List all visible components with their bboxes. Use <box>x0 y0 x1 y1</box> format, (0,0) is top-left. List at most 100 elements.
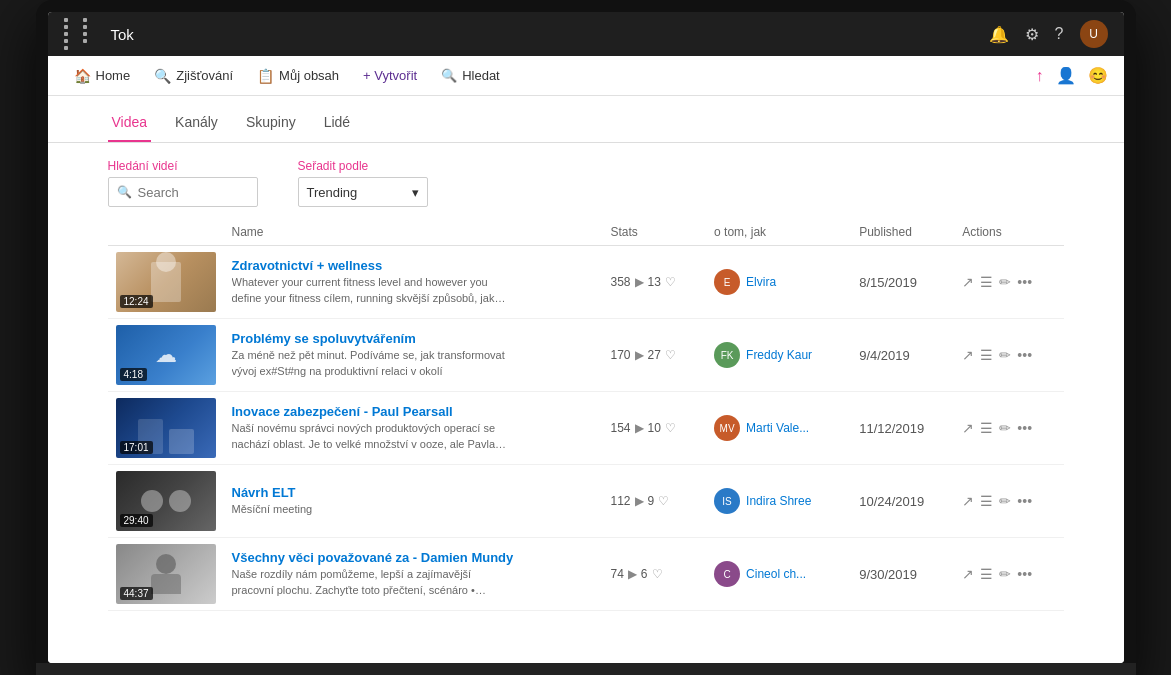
thumbnail-cell: ☁ 4:18 <box>108 319 224 392</box>
col-actions: Actions <box>954 219 1063 246</box>
video-thumbnail[interactable]: 44:37 <box>116 544 216 604</box>
view-count: 154 <box>610 421 630 435</box>
video-title[interactable]: Problémy se spoluvytvářením <box>232 331 595 346</box>
nav-explore[interactable]: 🔍 Zjišťování <box>144 56 243 96</box>
share-icon[interactable]: ↗ <box>962 420 974 436</box>
tab-groups[interactable]: Skupiny <box>242 108 300 142</box>
emoji-icon[interactable]: 😊 <box>1088 66 1108 85</box>
edit-icon[interactable]: ✏ <box>999 566 1011 582</box>
heart-icon: ♡ <box>665 275 676 289</box>
nav-bar-right: ↑ 👤 😊 <box>1036 66 1108 85</box>
author-name[interactable]: Elvira <box>746 275 776 289</box>
nav-search[interactable]: 🔍 Hledat <box>431 56 510 96</box>
col-author: o tom, jak <box>706 219 851 246</box>
video-thumbnail[interactable]: 17:01 <box>116 398 216 458</box>
video-thumbnail[interactable]: ☁ 4:18 <box>116 325 216 385</box>
video-title[interactable]: Všechny věci považované za - Damien Mund… <box>232 550 595 565</box>
table-row: 44:37 Všechny věci považované za - Damie… <box>108 538 1064 611</box>
search-label: Hledání videí <box>108 159 258 173</box>
user-avatar[interactable]: U <box>1080 20 1108 48</box>
explore-icon: 🔍 <box>154 68 171 84</box>
heart-icon: ♡ <box>658 494 669 508</box>
notification-icon[interactable]: 🔔 <box>989 25 1009 44</box>
share-icon[interactable]: ↗ <box>962 347 974 363</box>
nav-mycontent[interactable]: 📋 Můj obsah <box>247 56 349 96</box>
author-name[interactable]: Indira Shree <box>746 494 811 508</box>
thumbnail-cell: 12:24 <box>108 246 224 319</box>
name-cell: Zdravotnictví + wellness Whatever your c… <box>224 246 603 319</box>
profile-icon[interactable]: 👤 <box>1056 66 1076 85</box>
sort-filter-group: Seřadit podle Trending ▾ <box>298 159 428 207</box>
video-description: Měsíční meeting <box>232 502 512 517</box>
actions-cell: ↗ ☰ ✏ ••• <box>954 538 1063 611</box>
video-title[interactable]: Inovace zabezpečení - Paul Pearsall <box>232 404 595 419</box>
share-icon[interactable]: ↗ <box>962 566 974 582</box>
video-description: Naše rozdíly nám pomůžeme, lepší a zajím… <box>232 567 512 598</box>
tab-videos[interactable]: Videa <box>108 108 152 142</box>
edit-icon[interactable]: ✏ <box>999 274 1011 290</box>
heart-icon: ♡ <box>665 348 676 362</box>
help-icon[interactable]: ? <box>1055 25 1064 43</box>
tab-channels[interactable]: Kanály <box>171 108 222 142</box>
author-name[interactable]: Cineol ch... <box>746 567 806 581</box>
like-count: 6 <box>641 567 648 581</box>
thumbnail-cell: 29:40 <box>108 465 224 538</box>
author-name[interactable]: Marti Vale... <box>746 421 809 435</box>
play-icon: ▶ <box>635 348 644 362</box>
actions-cell: ↗ ☰ ✏ ••• <box>954 465 1063 538</box>
more-icon[interactable]: ••• <box>1017 493 1032 509</box>
search-filter-group: Hledání videí 🔍 <box>108 159 258 207</box>
nav-bar: 🏠 Home 🔍 Zjišťování 📋 Můj obsah + Vytvoř… <box>48 56 1124 96</box>
main-content: Hledání videí 🔍 Seřadit podle Trending ▾ <box>48 143 1124 663</box>
name-cell: Inovace zabezpečení - Paul Pearsall Naší… <box>224 392 603 465</box>
filters-row: Hledání videí 🔍 Seřadit podle Trending ▾ <box>108 159 1064 207</box>
play-icon: ▶ <box>635 275 644 289</box>
view-count: 112 <box>610 494 630 508</box>
nav-search-icon: 🔍 <box>441 68 457 83</box>
author-name[interactable]: Freddy Kaur <box>746 348 812 362</box>
table-row: 29:40 Návrh ELT Měsíční meeting 112 ▶ 9 … <box>108 465 1064 538</box>
thumbnail-cell: 17:01 <box>108 392 224 465</box>
search-input[interactable] <box>138 185 249 200</box>
play-icon: ▶ <box>635 421 644 435</box>
author-avatar: MV <box>714 415 740 441</box>
table-row: ☁ 4:18 Problémy se spoluvytvářením Za mé… <box>108 319 1064 392</box>
name-cell: Návrh ELT Měsíční meeting <box>224 465 603 538</box>
share-icon[interactable]: ↗ <box>962 274 974 290</box>
more-icon[interactable]: ••• <box>1017 420 1032 436</box>
list-icon[interactable]: ☰ <box>980 420 993 436</box>
table-row: 17:01 Inovace zabezpečení - Paul Pearsal… <box>108 392 1064 465</box>
share-icon[interactable]: ↗ <box>962 493 974 509</box>
grid-icon[interactable] <box>64 18 99 50</box>
name-cell: Problémy se spoluvytvářením Za méně než … <box>224 319 603 392</box>
list-icon[interactable]: ☰ <box>980 274 993 290</box>
edit-icon[interactable]: ✏ <box>999 493 1011 509</box>
author-cell: FK Freddy Kaur <box>706 319 851 392</box>
top-bar-icons: 🔔 ⚙ ? U <box>989 20 1108 48</box>
search-box[interactable]: 🔍 <box>108 177 258 207</box>
video-duration: 29:40 <box>120 514 153 527</box>
more-icon[interactable]: ••• <box>1017 566 1032 582</box>
edit-icon[interactable]: ✏ <box>999 420 1011 436</box>
nav-create[interactable]: + Vytvořit <box>353 56 427 96</box>
list-icon[interactable]: ☰ <box>980 493 993 509</box>
list-icon[interactable]: ☰ <box>980 566 993 582</box>
video-thumbnail[interactable]: 12:24 <box>116 252 216 312</box>
list-icon[interactable]: ☰ <box>980 347 993 363</box>
video-duration: 17:01 <box>120 441 153 454</box>
like-count: 13 <box>648 275 661 289</box>
sort-label: Seřadit podle <box>298 159 428 173</box>
upload-icon[interactable]: ↑ <box>1036 67 1044 85</box>
tab-people[interactable]: Lidé <box>320 108 354 142</box>
video-title[interactable]: Návrh ELT <box>232 485 595 500</box>
more-icon[interactable]: ••• <box>1017 347 1032 363</box>
nav-home[interactable]: 🏠 Home <box>64 56 141 96</box>
edit-icon[interactable]: ✏ <box>999 347 1011 363</box>
video-description: Za méně než pět minut. Podíváme se, jak … <box>232 348 512 379</box>
video-title[interactable]: Zdravotnictví + wellness <box>232 258 595 273</box>
settings-icon[interactable]: ⚙ <box>1025 25 1039 44</box>
more-icon[interactable]: ••• <box>1017 274 1032 290</box>
actions-cell: ↗ ☰ ✏ ••• <box>954 319 1063 392</box>
video-thumbnail[interactable]: 29:40 <box>116 471 216 531</box>
sort-select[interactable]: Trending ▾ <box>298 177 428 207</box>
